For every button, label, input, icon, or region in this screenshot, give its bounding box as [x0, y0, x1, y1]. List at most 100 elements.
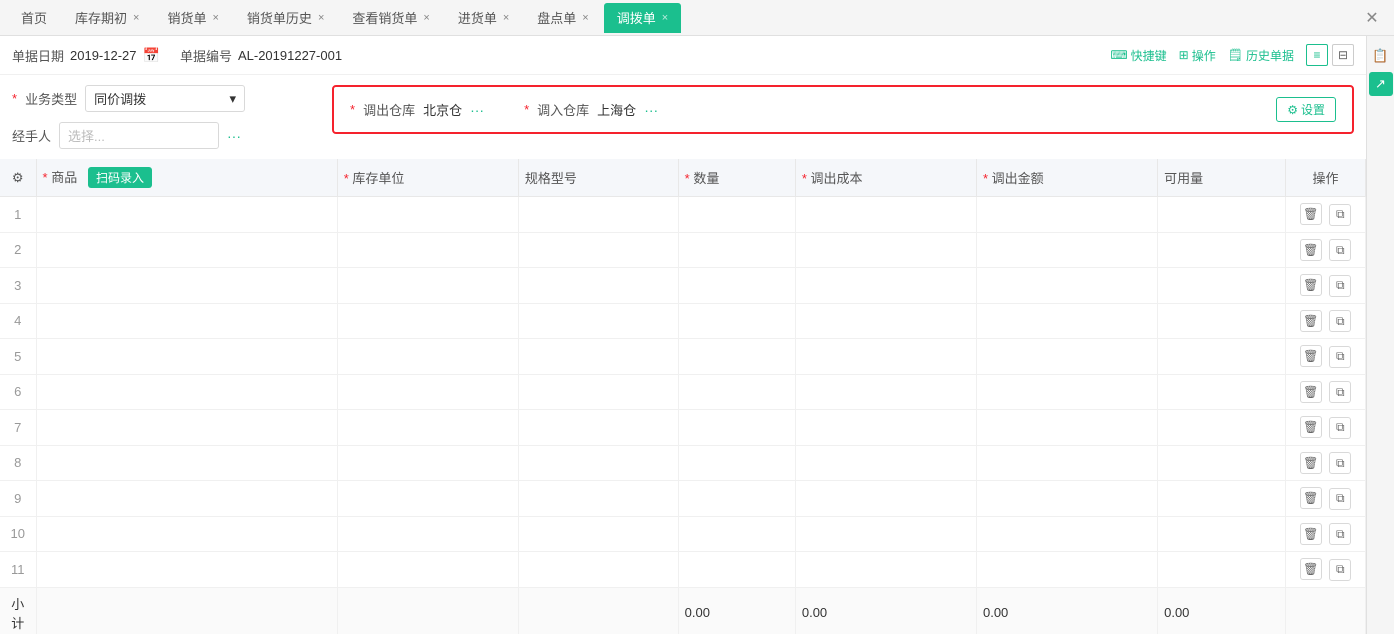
delete-icon[interactable]: 🗑: [1300, 203, 1322, 225]
quantity-cell[interactable]: [678, 268, 795, 304]
cost-cell[interactable]: [795, 516, 976, 552]
quantity-cell[interactable]: [678, 481, 795, 517]
gear-column-header[interactable]: ⚙: [0, 159, 36, 197]
quantity-cell[interactable]: [678, 339, 795, 375]
copy-icon[interactable]: ⧉: [1329, 204, 1351, 226]
unit-cell[interactable]: [337, 232, 518, 268]
close-icon[interactable]: ×: [423, 12, 429, 24]
cost-cell[interactable]: [795, 552, 976, 588]
cost-cell[interactable]: [795, 339, 976, 375]
product-cell[interactable]: [36, 374, 337, 410]
copy-icon[interactable]: ⧉: [1329, 417, 1351, 439]
product-cell[interactable]: [36, 232, 337, 268]
spec-cell[interactable]: [518, 445, 678, 481]
quantity-cell[interactable]: [678, 445, 795, 481]
available-cell[interactable]: [1158, 516, 1286, 552]
product-cell[interactable]: [36, 445, 337, 481]
quantity-cell[interactable]: [678, 232, 795, 268]
amount-cell[interactable]: [976, 552, 1157, 588]
quantity-cell[interactable]: [678, 410, 795, 446]
unit-cell[interactable]: [337, 410, 518, 446]
copy-icon[interactable]: ⧉: [1329, 452, 1351, 474]
product-cell[interactable]: [36, 552, 337, 588]
product-cell[interactable]: [36, 268, 337, 304]
more-dots-icon[interactable]: ···: [644, 102, 658, 118]
product-cell[interactable]: [36, 303, 337, 339]
available-cell[interactable]: [1158, 232, 1286, 268]
spec-cell[interactable]: [518, 197, 678, 233]
available-cell[interactable]: [1158, 552, 1286, 588]
delete-icon[interactable]: 🗑: [1300, 416, 1322, 438]
delete-icon[interactable]: 🗑: [1300, 523, 1322, 545]
unit-cell[interactable]: [337, 268, 518, 304]
product-cell[interactable]: [36, 197, 337, 233]
quantity-cell[interactable]: [678, 516, 795, 552]
cost-cell[interactable]: [795, 481, 976, 517]
delete-icon[interactable]: 🗑: [1300, 381, 1322, 403]
copy-icon[interactable]: ⧉: [1329, 523, 1351, 545]
copy-icon[interactable]: ⧉: [1329, 488, 1351, 510]
cost-cell[interactable]: [795, 303, 976, 339]
tab-view-sales[interactable]: 查看销货单 ×: [339, 3, 442, 33]
available-cell[interactable]: [1158, 339, 1286, 375]
delete-icon[interactable]: 🗑: [1300, 452, 1322, 474]
unit-cell[interactable]: [337, 197, 518, 233]
tab-sales-history[interactable]: 销货单历史 ×: [234, 3, 337, 33]
delete-icon[interactable]: 🗑: [1300, 345, 1322, 367]
cost-cell[interactable]: [795, 445, 976, 481]
available-cell[interactable]: [1158, 445, 1286, 481]
cost-cell[interactable]: [795, 374, 976, 410]
operator-select[interactable]: 选择...: [59, 122, 219, 149]
cost-cell[interactable]: [795, 410, 976, 446]
spec-cell[interactable]: [518, 410, 678, 446]
tab-inventory-count[interactable]: 盘点单 ×: [524, 3, 601, 33]
history-doc-button[interactable]: 🗒 历史单据: [1228, 47, 1294, 64]
delete-icon[interactable]: 🗑: [1300, 274, 1322, 296]
product-cell[interactable]: [36, 516, 337, 552]
unit-cell[interactable]: [337, 516, 518, 552]
delete-icon[interactable]: 🗑: [1300, 310, 1322, 332]
amount-cell[interactable]: [976, 410, 1157, 446]
spec-cell[interactable]: [518, 232, 678, 268]
copy-icon[interactable]: ⧉: [1329, 275, 1351, 297]
tab-home[interactable]: 首页: [8, 3, 60, 33]
copy-icon[interactable]: ⧉: [1329, 559, 1351, 581]
quick-key-button[interactable]: ⌨ 快捷键: [1110, 47, 1166, 64]
amount-cell[interactable]: [976, 268, 1157, 304]
quantity-cell[interactable]: [678, 374, 795, 410]
amount-cell[interactable]: [976, 232, 1157, 268]
quantity-cell[interactable]: [678, 303, 795, 339]
spec-cell[interactable]: [518, 481, 678, 517]
available-cell[interactable]: [1158, 268, 1286, 304]
copy-icon[interactable]: ⧉: [1329, 381, 1351, 403]
more-icon[interactable]: ···: [227, 128, 241, 144]
close-icon[interactable]: ×: [212, 12, 218, 24]
unit-cell[interactable]: [337, 481, 518, 517]
unit-cell[interactable]: [337, 552, 518, 588]
copy-icon[interactable]: ⧉: [1329, 310, 1351, 332]
amount-cell[interactable]: [976, 339, 1157, 375]
cost-cell[interactable]: [795, 232, 976, 268]
spec-cell[interactable]: [518, 268, 678, 304]
cost-cell[interactable]: [795, 197, 976, 233]
available-cell[interactable]: [1158, 303, 1286, 339]
close-icon[interactable]: ×: [318, 12, 324, 24]
product-cell[interactable]: [36, 339, 337, 375]
spec-cell[interactable]: [518, 303, 678, 339]
tab-inventory-init[interactable]: 库存期初 ×: [62, 3, 152, 33]
sidebar-expand-icon[interactable]: ↗: [1369, 72, 1393, 96]
settings-button[interactable]: ⚙ 设置: [1276, 97, 1336, 122]
amount-cell[interactable]: [976, 197, 1157, 233]
copy-icon[interactable]: ⧉: [1329, 239, 1351, 261]
delete-icon[interactable]: 🗑: [1300, 239, 1322, 261]
layout-grid-icon[interactable]: ⊟: [1332, 44, 1354, 66]
quantity-cell[interactable]: [678, 552, 795, 588]
tab-purchase-order[interactable]: 进货单 ×: [445, 3, 522, 33]
product-cell[interactable]: [36, 481, 337, 517]
tab-transfer-order[interactable]: 调拨单 ×: [604, 3, 681, 33]
business-type-select[interactable]: 同价调拨 ▾: [85, 85, 245, 112]
available-cell[interactable]: [1158, 481, 1286, 517]
amount-cell[interactable]: [976, 516, 1157, 552]
delete-icon[interactable]: 🗑: [1300, 558, 1322, 580]
amount-cell[interactable]: [976, 374, 1157, 410]
